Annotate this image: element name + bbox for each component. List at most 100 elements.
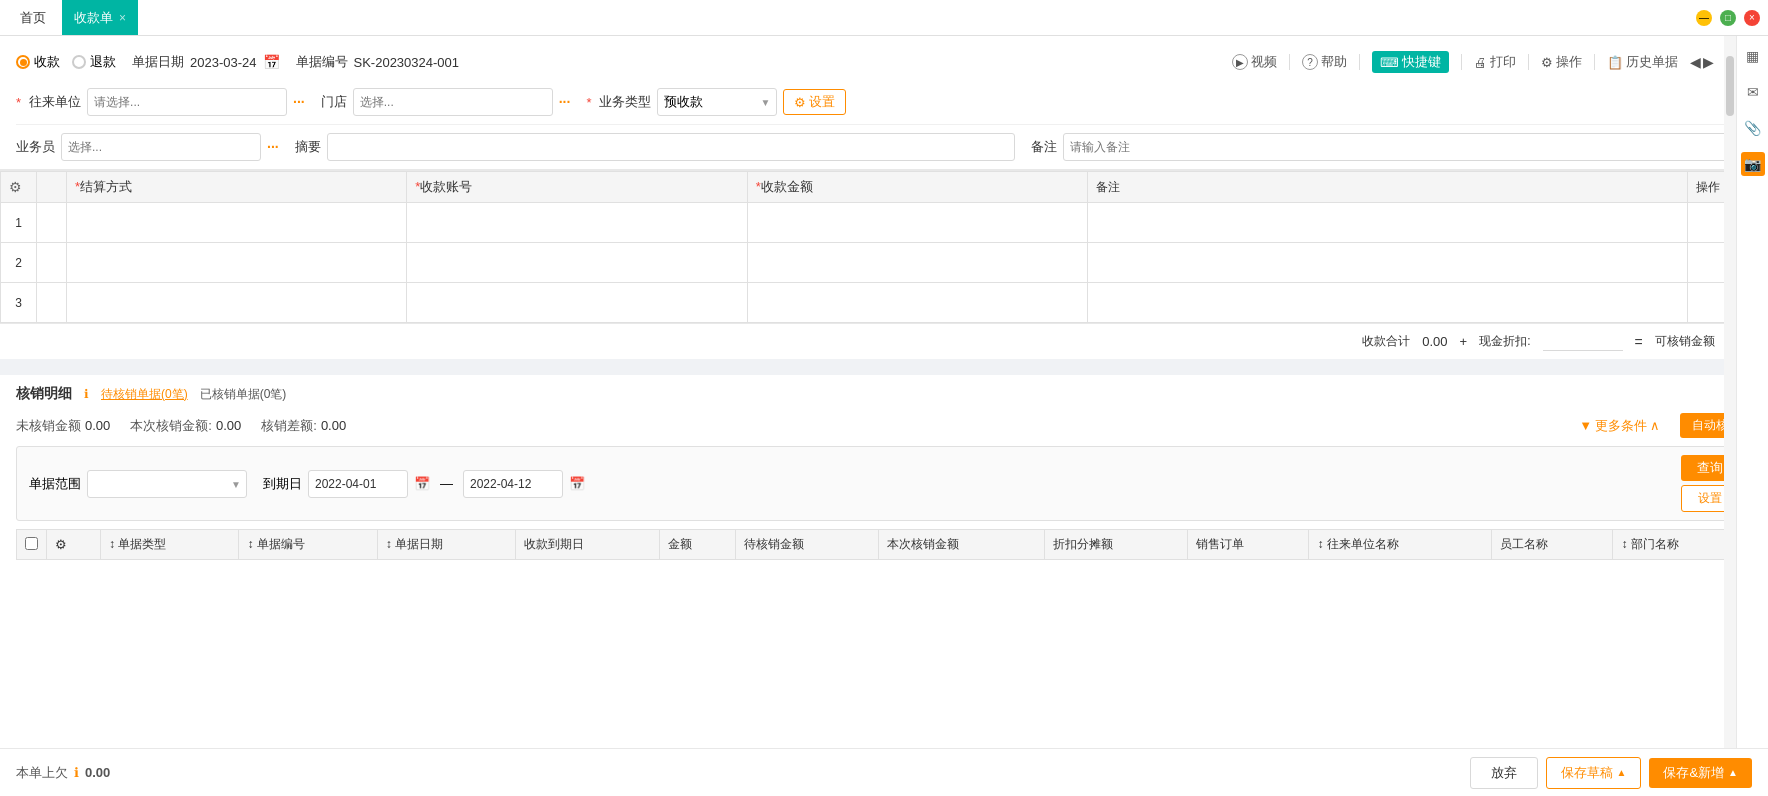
settings-button[interactable]: ⚙ 设置	[783, 89, 846, 115]
select-all-checkbox[interactable]	[25, 537, 38, 550]
toolbar-operation[interactable]: ⚙ 操作	[1541, 53, 1582, 71]
settlement-header: *结算方式	[67, 172, 407, 203]
remark-input[interactable]	[1063, 133, 1752, 161]
gear-icon-2[interactable]: ⚙	[55, 537, 67, 552]
close-tab-icon[interactable]: ×	[119, 11, 126, 25]
row-2-account[interactable]	[407, 243, 747, 283]
row-1-amount[interactable]	[747, 203, 1087, 243]
store-more-btn[interactable]: ···	[559, 94, 571, 110]
sub-th-current: 本次核销金额	[879, 530, 1045, 560]
th-gear2[interactable]: ⚙	[47, 530, 101, 560]
maximize-button[interactable]: □	[1720, 10, 1736, 26]
receipt-radio[interactable]: 收款	[16, 53, 60, 71]
salesperson-more-btn[interactable]: ···	[267, 139, 279, 155]
amount-header: *收款金额	[747, 172, 1087, 203]
table-row: 2 🗑 ⧉	[1, 243, 1768, 283]
next-arrow[interactable]: ▶	[1703, 54, 1714, 70]
done-tab[interactable]: 已核销单据(0笔)	[200, 386, 287, 403]
reconcil-section: 核销明细 ℹ 待核销单据(0笔) 已核销单据(0笔) 未核销金额 0.00 本次…	[0, 375, 1768, 560]
row-1-remark[interactable]	[1088, 203, 1688, 243]
row-3-settlement[interactable]	[67, 283, 407, 323]
pending-tab[interactable]: 待核销单据(0笔)	[101, 386, 188, 403]
range-select[interactable]	[87, 470, 247, 498]
keyboard-icon: ⌨	[1380, 55, 1399, 70]
scroll-thumb[interactable]	[1726, 56, 1734, 116]
account-header: *收款账号	[407, 172, 747, 203]
chevron-up-icon: ∧	[1650, 418, 1660, 433]
remark-header: 备注	[1088, 172, 1688, 203]
table-row: 3 🗑 ⧉	[1, 283, 1768, 323]
draft-button[interactable]: 保存草稿 ▲	[1546, 757, 1642, 789]
info-icon-order[interactable]: ℹ	[74, 765, 79, 780]
row-1-settlement[interactable]	[67, 203, 407, 243]
counterpart-more-btn[interactable]: ···	[293, 94, 305, 110]
nav-tab-home[interactable]: 首页	[8, 0, 58, 35]
filter-row: 单据范围 ▼ 到期日 📅 — 📅 查询 设置	[16, 446, 1752, 521]
print-icon: 🖨	[1474, 55, 1487, 70]
counterpart-input[interactable]	[87, 88, 287, 116]
salesperson-input[interactable]	[61, 133, 261, 161]
nav-tab-receipt[interactable]: 收款单 ×	[62, 0, 138, 35]
current-value: 0.00	[216, 418, 241, 433]
calendar-start-icon[interactable]: 📅	[414, 476, 430, 491]
store-input[interactable]	[353, 88, 553, 116]
receipt-radio-label: 收款	[34, 53, 60, 71]
action-bar: 本单上欠 ℹ 0.00 放弃 保存草稿 ▲ 保存&新增 ▲	[0, 748, 1768, 796]
action-bar-right: 放弃 保存草稿 ▲ 保存&新增 ▲	[1470, 757, 1752, 789]
reconcil-title: 核销明细	[16, 385, 72, 403]
abandon-button[interactable]: 放弃	[1470, 757, 1538, 789]
sidebar-camera-icon[interactable]: 📷	[1741, 152, 1765, 176]
refund-radio[interactable]: 退款	[72, 53, 116, 71]
business-type-label: 业务类型	[599, 93, 651, 111]
toolbar-help-label: 帮助	[1321, 53, 1347, 71]
checkbox-header[interactable]	[17, 530, 47, 560]
row-1-num2	[37, 203, 67, 243]
sidebar-mail-icon[interactable]: ✉	[1741, 80, 1765, 104]
toolbar-divider1	[1289, 54, 1290, 70]
reconcil-stats: 未核销金额 0.00 本次核销金额: 0.00 核销差额: 0.00 ▼ 更多条…	[16, 409, 1752, 446]
business-type-value: 预收款	[664, 93, 703, 111]
row-3-remark[interactable]	[1088, 283, 1688, 323]
shortcut-button[interactable]: ⌨ 快捷键	[1372, 51, 1449, 73]
toolbar-help[interactable]: ? 帮助	[1302, 53, 1347, 71]
toolbar-print[interactable]: 🖨 打印	[1474, 53, 1516, 71]
discount-input[interactable]	[1543, 332, 1623, 351]
row-2-remark[interactable]	[1088, 243, 1688, 283]
bill-date-label: 单据日期	[132, 53, 184, 71]
row-3-amount[interactable]	[747, 283, 1087, 323]
row-3-account[interactable]	[407, 283, 747, 323]
minimize-button[interactable]: —	[1696, 10, 1712, 26]
table-gear-icon[interactable]: ⚙	[9, 179, 22, 195]
summary-input[interactable]	[327, 133, 1016, 161]
nav-arrows: ◀ ▶	[1690, 54, 1714, 70]
row-2-settlement[interactable]	[67, 243, 407, 283]
required-star-business: *	[586, 95, 591, 110]
help-icon: ?	[1302, 54, 1318, 70]
row-2-amount[interactable]	[747, 243, 1087, 283]
sub-table: ⚙ ↕ 单据类型 ↕ 单据编号 ↕ 单据日期 收款到期日 金额 待核销金额 本次…	[16, 529, 1752, 560]
business-type-select[interactable]: 预收款 ▼	[657, 88, 777, 116]
toolbar-history[interactable]: 📋 历史单据	[1607, 53, 1678, 71]
date-calendar-icon[interactable]: 📅	[263, 54, 280, 70]
scroll-area[interactable]	[1724, 36, 1736, 748]
reconcil-info-icon[interactable]: ℹ	[84, 387, 89, 401]
top-nav: 首页 收款单 × — □ ×	[0, 0, 1768, 36]
date-end-input[interactable]	[463, 470, 563, 498]
close-button[interactable]: ×	[1744, 10, 1760, 26]
more-conditions-btn[interactable]: ▼ 更多条件 ∧	[1579, 417, 1660, 435]
row-1-account[interactable]	[407, 203, 747, 243]
toolbar-video[interactable]: ▶ 视频	[1232, 53, 1277, 71]
prev-arrow[interactable]: ◀	[1690, 54, 1701, 70]
calendar-end-icon[interactable]: 📅	[569, 476, 585, 491]
save-new-button[interactable]: 保存&新增 ▲	[1649, 758, 1752, 788]
sidebar-clip-icon[interactable]: 📎	[1741, 116, 1765, 140]
more-conditions-label: 更多条件	[1595, 417, 1647, 435]
sub-th-bill-no: ↕ 单据编号	[239, 530, 377, 560]
sum-value: 0.00	[1422, 334, 1447, 349]
date-start-input[interactable]	[308, 470, 408, 498]
table-settings-header[interactable]: ⚙	[1, 172, 37, 203]
video-icon: ▶	[1232, 54, 1248, 70]
due-date-label: 到期日	[263, 475, 302, 493]
unverified-value: 0.00	[85, 418, 110, 433]
sidebar-table-icon[interactable]: ▦	[1741, 44, 1765, 68]
